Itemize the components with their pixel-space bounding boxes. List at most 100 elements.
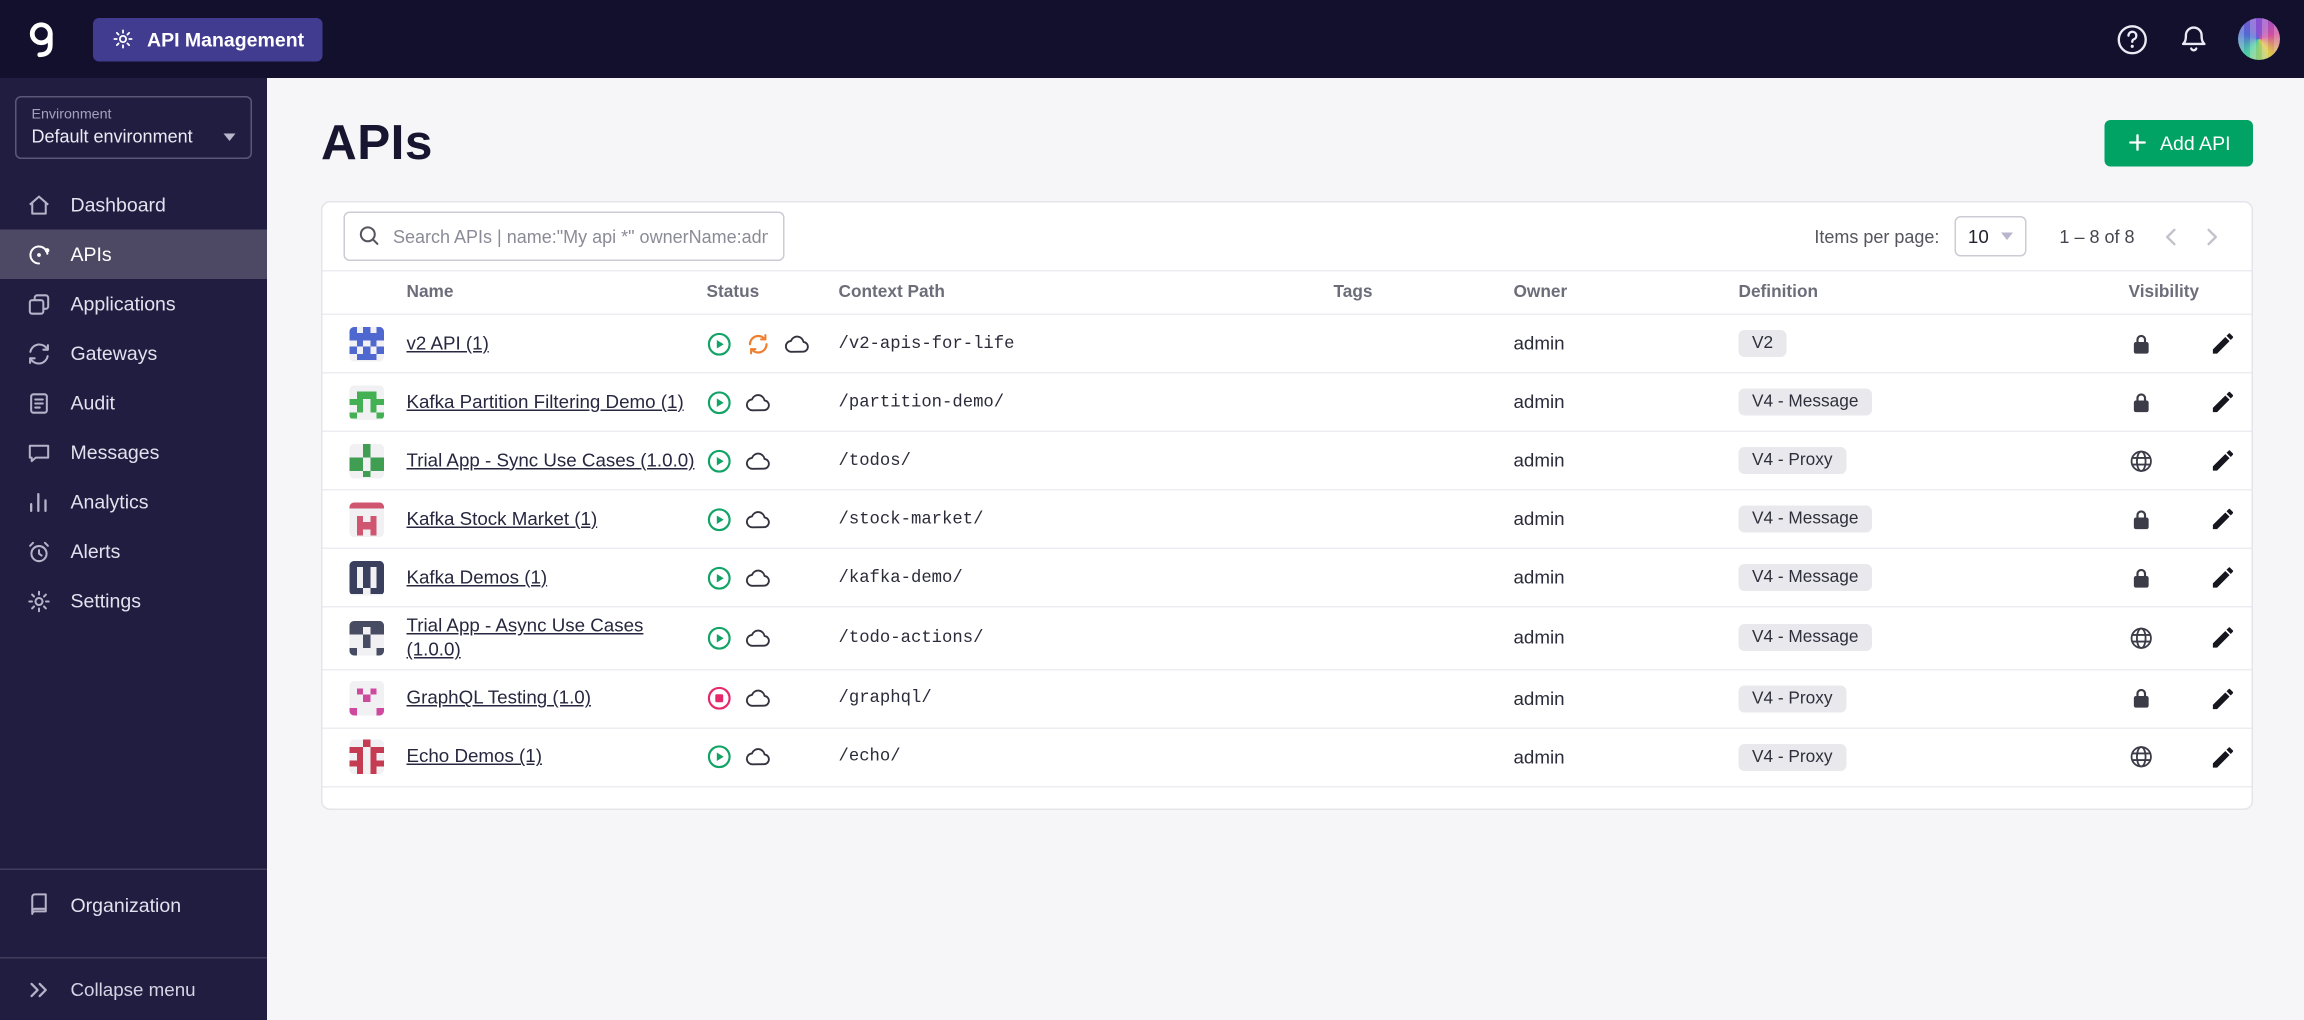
sidebar-item-dashboard[interactable]: Dashboard (0, 180, 267, 230)
definition-badge: V4 - Proxy (1738, 447, 1847, 474)
notifications-button[interactable] (2177, 22, 2212, 57)
sidebar-item-gateways[interactable]: Gateways (0, 329, 267, 379)
sidebar-item-organization[interactable]: Organization (0, 870, 267, 939)
status-cell (707, 331, 839, 357)
sidebar-item-label: APIs (70, 243, 112, 266)
api-avatar (349, 443, 384, 478)
owner-cell: admin (1513, 450, 1565, 471)
api-name-link[interactable]: GraphQL Testing (1.0) (407, 680, 591, 716)
visibility-public-icon (2129, 625, 2155, 651)
sidebar-item-settings[interactable]: Settings (0, 576, 267, 626)
api-name-link[interactable]: Kafka Stock Market (1) (407, 501, 598, 537)
sidebar-item-messages[interactable]: Messages (0, 428, 267, 478)
column-header-owner: Owner (1513, 283, 1568, 302)
table-row: v2 API (1) /v2-apis-for-life admin V2 (322, 315, 2252, 374)
context-path: /stock-market/ (838, 509, 984, 529)
next-page-button[interactable] (2192, 217, 2231, 256)
help-button[interactable] (2115, 22, 2150, 57)
api-name-link[interactable]: Kafka Partition Filtering Demo (1) (407, 384, 684, 420)
status-started-icon (707, 389, 733, 415)
topbar-actions (2115, 18, 2280, 60)
api-name-link[interactable]: Trial App - Async Use Cases (1.0.0) (407, 608, 701, 669)
api-avatar (349, 384, 384, 420)
table-row: GraphQL Testing (1.0) /graphql/ admin V4… (322, 670, 2252, 729)
api-avatar (349, 501, 384, 537)
sidebar-item-label: Dashboard (70, 193, 166, 217)
sidebar-item-audit[interactable]: Audit (0, 378, 267, 428)
column-header-tags: Tags (1333, 283, 1373, 302)
table-row: Trial App - Sync Use Cases (1.0.0) /todo… (322, 432, 2252, 491)
sidebar-item-label: Settings (70, 589, 141, 613)
settings-icon (26, 587, 53, 614)
analytics-icon (26, 488, 53, 515)
pagination-controls: Items per page: 10 1 – 8 of 8 (1814, 216, 2230, 257)
api-name-link[interactable]: Trial App - Sync Use Cases (1.0.0) (407, 442, 695, 478)
add-api-label: Add API (2160, 131, 2231, 154)
api-name-link[interactable]: Kafka Demos (1) (407, 559, 548, 595)
sidebar-item-apis[interactable]: APIs (0, 229, 267, 279)
sidebar-item-label: Analytics (70, 490, 149, 514)
page-range-label: 1 – 8 of 8 (2059, 225, 2135, 247)
edit-api-button[interactable] (2210, 624, 2237, 651)
status-cloud-icon (745, 506, 772, 532)
api-management-badge[interactable]: API Management (93, 17, 323, 61)
definition-badge: V4 - Message (1738, 388, 1872, 416)
edit-api-button[interactable] (2210, 330, 2237, 357)
table-body: v2 API (1) /v2-apis-for-life admin V2 Ka… (322, 315, 2252, 787)
visibility-private-icon (2129, 686, 2155, 712)
edit-api-button[interactable] (2210, 743, 2237, 770)
sidebar-item-applications[interactable]: Applications (0, 279, 267, 329)
add-api-button[interactable]: Add API (2104, 119, 2253, 166)
search-box (343, 211, 785, 261)
status-cloud-icon (745, 448, 772, 474)
definition-badge: V4 - Message (1738, 564, 1872, 591)
edit-api-button[interactable] (2210, 389, 2237, 416)
visibility-private-icon (2129, 565, 2155, 591)
topbar: API Management (0, 0, 2304, 78)
items-per-page-value: 10 (1967, 225, 1989, 247)
previous-page-button[interactable] (2153, 217, 2192, 256)
status-cell (707, 565, 839, 591)
api-avatar (349, 681, 384, 716)
status-started-icon (707, 565, 733, 591)
search-input[interactable] (343, 211, 785, 261)
status-started-icon (707, 744, 733, 770)
alerts-icon (26, 538, 53, 565)
environment-selector[interactable]: Environment Default environment (15, 96, 252, 159)
sidebar-item-label: Alerts (70, 540, 121, 563)
api-name-link[interactable]: v2 API (1) (407, 325, 489, 361)
context-path: /graphql/ (838, 688, 932, 709)
sidebar-item-analytics[interactable]: Analytics (0, 477, 267, 527)
edit-api-button[interactable] (2210, 447, 2237, 474)
user-avatar[interactable] (2238, 18, 2280, 60)
status-started-icon (707, 625, 733, 651)
collapse-menu-button[interactable]: Collapse menu (0, 959, 267, 1020)
status-cloud-icon (745, 625, 772, 651)
sidebar-item-alerts[interactable]: Alerts (0, 527, 267, 577)
edit-api-button[interactable] (2210, 685, 2237, 712)
edit-api-button[interactable] (2210, 564, 2237, 591)
definition-badge: V4 - Message (1738, 505, 1872, 533)
collapse-icon (26, 976, 53, 1003)
gravitee-logo-icon[interactable] (24, 18, 63, 60)
context-path: /kafka-demo/ (838, 567, 963, 588)
visibility-public-icon (2129, 744, 2155, 770)
api-management-label: API Management (147, 27, 305, 51)
column-header-status: Status (706, 283, 760, 302)
column-header-name: Name (406, 283, 454, 302)
visibility-cell (2129, 625, 2210, 651)
visibility-cell (2129, 744, 2210, 770)
sidebar-item-label: Audit (70, 391, 115, 415)
sidebar: Environment Default environment Dashboar… (0, 78, 267, 1020)
edit-api-button[interactable] (2210, 506, 2237, 533)
column-header-visibility: Visibility (2128, 283, 2200, 302)
column-header-context-path: Context Path (838, 283, 945, 302)
sidebar-item-label: Applications (70, 292, 176, 316)
api-name-link[interactable]: Echo Demos (1) (407, 739, 542, 775)
visibility-cell (2129, 565, 2210, 591)
api-avatar (349, 620, 384, 656)
items-per-page-select[interactable]: 10 (1954, 216, 2027, 257)
visibility-cell (2129, 331, 2210, 357)
status-cloud-icon (745, 744, 772, 770)
status-cell (707, 448, 839, 474)
